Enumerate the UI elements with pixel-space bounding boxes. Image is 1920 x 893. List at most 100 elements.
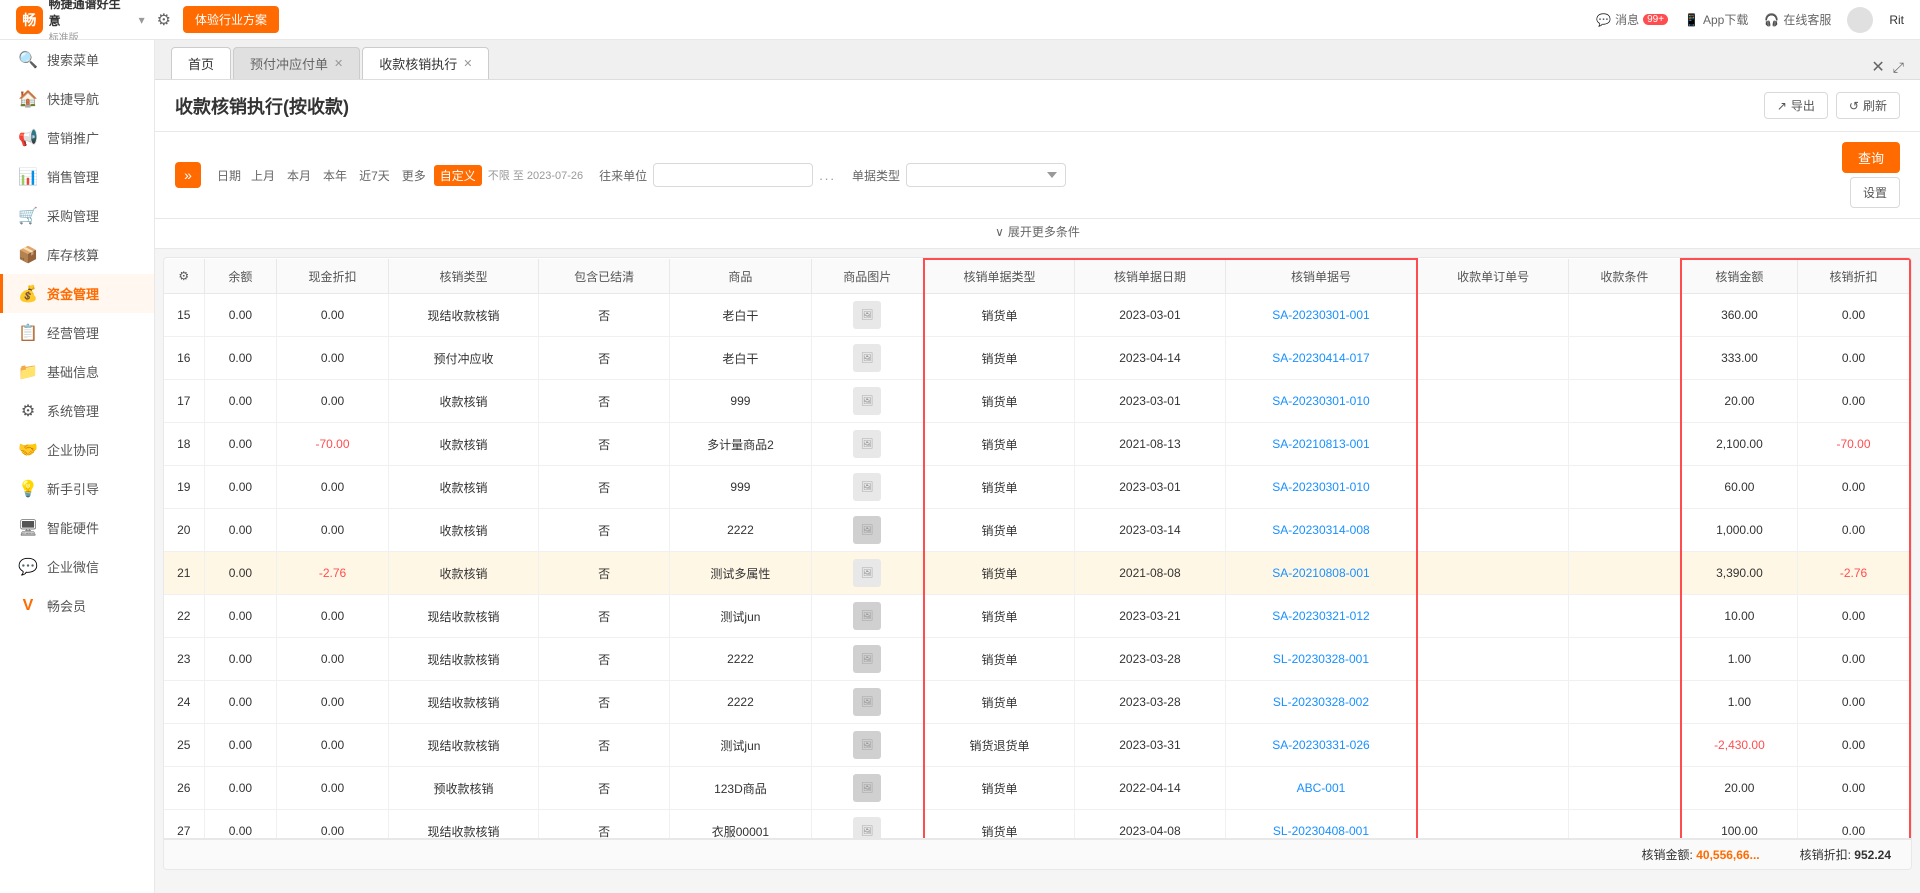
sidebar-item-system[interactable]: ⚙ 系统管理: [0, 391, 154, 430]
user-avatar[interactable]: [1847, 7, 1873, 33]
write-off-no-link[interactable]: ABC-001: [1297, 781, 1346, 795]
filter-dots: ...: [819, 168, 836, 183]
th-settings[interactable]: ⚙: [164, 259, 204, 294]
cell-receipt-no: [1417, 380, 1568, 423]
page-content: 收款核销执行(按收款) ↗ 导出 ↺ 刷新 »: [155, 80, 1920, 893]
sidebar-item-wechat[interactable]: 💬 企业微信: [0, 547, 154, 586]
sidebar-item-quick[interactable]: 🏠 快捷导航: [0, 79, 154, 118]
cell-amount: 20.00: [1681, 767, 1798, 810]
cell-discount: 0.00: [277, 466, 389, 509]
table-row: 22 0.00 0.00 现结收款核销 否 测试jun 🖼 销货单 2023-0…: [164, 595, 1910, 638]
cell-write-off-no: SL-20230328-002: [1225, 681, 1417, 724]
tab-window-actions: ✕ ⤢: [1871, 57, 1904, 79]
settings-icon[interactable]: ⚙: [178, 269, 189, 283]
sidebar-item-marketing[interactable]: 📢 营销推广: [0, 118, 154, 157]
write-off-no-link[interactable]: SA-20230301-010: [1272, 480, 1369, 494]
write-off-no-link[interactable]: SA-20230331-026: [1272, 738, 1369, 752]
write-off-no-link[interactable]: SL-20230328-001: [1273, 652, 1369, 666]
date-this-year[interactable]: 本年: [319, 165, 351, 186]
cell-write-off-date: 2023-03-21: [1075, 595, 1225, 638]
date-custom[interactable]: 自定义: [434, 165, 482, 186]
footer-discount-total: 核销折扣: 952.24: [1800, 846, 1891, 863]
date-7days[interactable]: 近7天: [355, 165, 394, 186]
chevron-down-icon: ∨: [995, 225, 1004, 239]
sidebar-item-operation[interactable]: 📋 经营管理: [0, 313, 154, 352]
sidebar-item-inventory[interactable]: 📦 库存核算: [0, 235, 154, 274]
table-footer: 核销金额: 40,556,66... 核销折扣: 952.24: [164, 838, 1911, 869]
cell-product-img: 🖼: [811, 595, 923, 638]
cell-discount: 0.00: [277, 681, 389, 724]
sidebar-item-capital[interactable]: 💰 资金管理: [0, 274, 154, 313]
th-balance: 余额: [204, 259, 277, 294]
msg-btn[interactable]: 💬 消息 99+: [1596, 11, 1668, 28]
write-off-no-link[interactable]: SA-20230321-012: [1272, 609, 1369, 623]
date-more[interactable]: 更多: [398, 165, 430, 186]
date-last-month[interactable]: 上月: [247, 165, 279, 186]
cell-balance: 0.00: [204, 466, 277, 509]
cell-write-off-date: 2023-03-31: [1075, 724, 1225, 767]
cell-receipt-no: [1417, 810, 1568, 839]
maximize-icon[interactable]: ⤢: [1893, 59, 1904, 76]
table-scroll-area[interactable]: ⚙ 余额 现金折扣 核销类型 包含已结清 商品 商品图片 核销单据类型 核销单据…: [164, 258, 1911, 838]
app-download-btn[interactable]: 📱 App下载: [1684, 11, 1748, 28]
write-off-no-link[interactable]: SA-20210813-001: [1272, 437, 1369, 451]
write-off-no-link[interactable]: SL-20230328-002: [1273, 695, 1369, 709]
tab-receipt[interactable]: 收款核销执行 ✕: [362, 47, 489, 79]
export-icon: ↗: [1777, 99, 1787, 113]
write-off-no-link[interactable]: SA-20230414-017: [1272, 351, 1369, 365]
write-off-no-link[interactable]: SA-20230301-010: [1272, 394, 1369, 408]
sidebar-item-search[interactable]: 🔍 搜索菜单: [0, 40, 154, 79]
write-off-no-link[interactable]: SA-20230314-008: [1272, 523, 1369, 537]
receipt-tab-close[interactable]: ✕: [463, 57, 472, 70]
sidebar-item-basic[interactable]: 📁 基础信息: [0, 352, 154, 391]
brand-dropdown-icon[interactable]: ▾: [139, 13, 145, 27]
sidebar-label-sales: 销售管理: [47, 167, 99, 186]
cell-w-discount: 0.00: [1798, 810, 1910, 839]
cell-id: 22: [164, 595, 204, 638]
export-btn[interactable]: ↗ 导出: [1764, 92, 1828, 119]
sidebar-item-member[interactable]: V 畅会员: [0, 586, 154, 625]
sidebar-item-hardware[interactable]: 🖥 智能硬件: [0, 508, 154, 547]
sidebar-item-guide[interactable]: 💡 新手引导: [0, 469, 154, 508]
cell-write-off-type: 销货单: [924, 509, 1075, 552]
msg-badge: 99+: [1643, 14, 1668, 25]
date-this-month[interactable]: 本月: [283, 165, 315, 186]
write-off-no-link[interactable]: SA-20210808-001: [1272, 566, 1369, 580]
query-btn[interactable]: 查询: [1842, 142, 1900, 173]
filter-toggle-btn[interactable]: »: [175, 162, 201, 188]
cell-write-off-type: 销货单: [924, 552, 1075, 595]
filter-bar: » 日期 上月 本月 本年 近7天 更多 自定义 不限 至 2023-07-26: [155, 132, 1920, 219]
sidebar-item-sales[interactable]: 📊 销售管理: [0, 157, 154, 196]
product-thumbnail: 🖼: [853, 817, 881, 838]
online-service-btn[interactable]: 🎧 在线客服: [1764, 11, 1831, 28]
close-window-icon[interactable]: ✕: [1871, 57, 1884, 77]
wechat-icon: 💬: [19, 558, 37, 576]
expand-more-btn[interactable]: ∨ 展开更多条件: [995, 223, 1080, 240]
cell-write-off-type: 销货单: [924, 294, 1075, 337]
industry-btn[interactable]: 体验行业方案: [183, 6, 279, 33]
table-row: 24 0.00 0.00 现结收款核销 否 2222 🖼 销货单 2023-03…: [164, 681, 1910, 724]
settings-icon[interactable]: ⚙: [157, 10, 171, 30]
settings-btn[interactable]: 设置: [1850, 177, 1900, 208]
enterprise-icon: 🤝: [19, 441, 37, 459]
write-off-no-link[interactable]: SA-20230301-001: [1272, 308, 1369, 322]
tab-home[interactable]: 首页: [171, 47, 231, 79]
cell-product: 999: [670, 466, 812, 509]
sidebar-label-member: 畅会员: [47, 596, 86, 615]
table-row: 21 0.00 -2.76 收款核销 否 测试多属性 🖼 销货单 2021-08…: [164, 552, 1910, 595]
type-select[interactable]: [906, 163, 1066, 187]
refresh-btn[interactable]: ↺ 刷新: [1836, 92, 1900, 119]
tab-prepay[interactable]: 预付冲应付单 ✕: [233, 47, 360, 79]
cell-receipt-cond: [1568, 423, 1680, 466]
write-off-no-link[interactable]: SL-20230408-001: [1273, 824, 1369, 838]
from-unit-input[interactable]: [653, 163, 813, 187]
cell-balance: 0.00: [204, 380, 277, 423]
cell-write-off-date: 2023-03-28: [1075, 681, 1225, 724]
table-row: 18 0.00 -70.00 收款核销 否 多计量商品2 🖼 销货单 2021-…: [164, 423, 1910, 466]
cell-write-off-date: 2021-08-13: [1075, 423, 1225, 466]
prepay-tab-close[interactable]: ✕: [334, 57, 343, 70]
date-links: 上月 本月 本年 近7天 更多 自定义: [247, 165, 482, 186]
sidebar-label-hardware: 智能硬件: [47, 518, 99, 537]
sidebar-item-enterprise[interactable]: 🤝 企业协同: [0, 430, 154, 469]
sidebar-item-purchase[interactable]: 🛒 采购管理: [0, 196, 154, 235]
